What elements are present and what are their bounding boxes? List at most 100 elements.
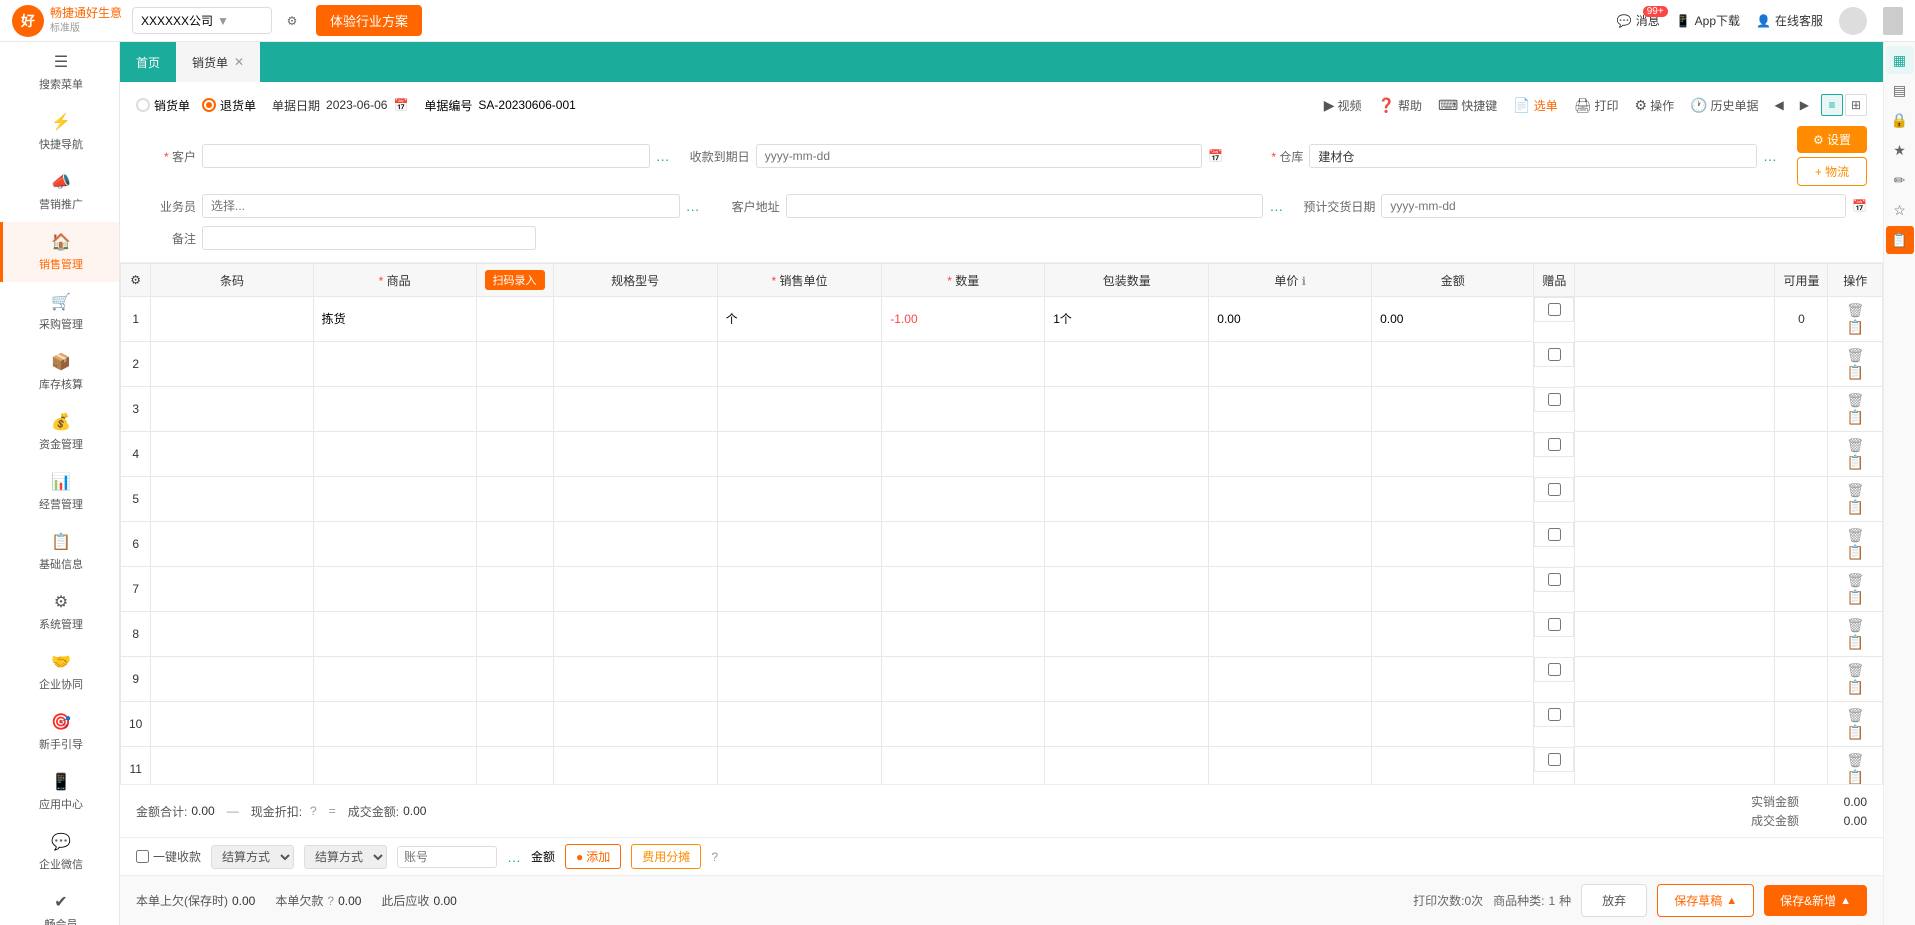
row-spec[interactable] [553,657,717,702]
row-amount[interactable] [1372,297,1534,342]
settings-button[interactable]: ⚙ 设置 [1797,126,1867,153]
row-unit[interactable] [717,432,882,477]
payment-due-input[interactable] [756,144,1203,168]
row-product[interactable] [313,342,476,387]
copy-row-button[interactable]: 📋 [1847,454,1864,471]
row-price[interactable] [1209,387,1372,432]
row-amount[interactable] [1372,477,1534,522]
row-qty[interactable] [882,657,1045,702]
row-qty[interactable] [882,747,1045,785]
row-gift[interactable] [1534,342,1574,367]
row-unit[interactable] [717,522,882,567]
row-qty[interactable] [882,702,1045,747]
row-price[interactable] [1209,477,1372,522]
row-product[interactable] [313,522,476,567]
row-product[interactable] [313,747,476,785]
customer-addr-input[interactable] [786,194,1264,218]
row-price[interactable] [1209,657,1372,702]
row-pkg-qty[interactable] [1045,702,1209,747]
select-order-button[interactable]: 📄 选单 [1509,95,1561,116]
delete-row-button[interactable]: 🗑 [1846,617,1864,634]
copy-row-button[interactable]: 📋 [1847,679,1864,696]
radio-sales-order[interactable]: 销货单 [136,97,190,114]
row-spec[interactable] [553,387,717,432]
remark-input[interactable] [202,226,536,250]
sidebar-item-base[interactable]: 📋 基础信息 [0,522,119,582]
warehouse-more-icon[interactable]: … [1763,148,1777,164]
salesperson-input[interactable] [202,194,680,218]
row-unit[interactable] [717,477,882,522]
delete-row-button[interactable]: 🗑 [1846,707,1864,724]
one-click-checkbox[interactable] [136,850,149,863]
row-amount[interactable] [1372,747,1534,785]
avatar[interactable] [1839,7,1867,35]
row-pkg-qty[interactable] [1045,477,1209,522]
row-unit[interactable] [717,567,882,612]
row-qty[interactable] [882,432,1045,477]
warehouse-input[interactable] [1309,144,1757,168]
row-spec[interactable] [553,567,717,612]
row-gift[interactable] [1534,702,1574,727]
row-amount[interactable] [1372,522,1534,567]
delete-row-button[interactable]: 🗑 [1846,347,1864,364]
row-amount[interactable] [1372,657,1534,702]
row-pkg-qty[interactable] [1045,297,1209,342]
help-button[interactable]: ❓ 帮助 [1374,95,1426,116]
row-qty[interactable] [882,567,1045,612]
addr-more-icon[interactable]: … [1269,198,1283,214]
grid-view-button[interactable]: ⊞ [1845,94,1867,116]
one-click-pay-checkbox[interactable]: 一键收款 [136,848,201,865]
sidebar-item-finance[interactable]: 💰 资金管理 [0,402,119,462]
row-qty[interactable] [882,297,1045,342]
copy-row-button[interactable]: 📋 [1847,319,1864,336]
row-gift[interactable] [1534,387,1574,412]
nav-next-button[interactable]: ▶ [1796,96,1813,114]
row-price[interactable] [1209,747,1372,785]
radio-return-order[interactable]: 退货单 [202,97,256,114]
row-gift[interactable] [1534,432,1574,457]
row-price[interactable] [1209,612,1372,657]
payment-due-calendar-icon[interactable]: 📅 [1208,149,1223,163]
estimated-date-calendar-icon[interactable]: 📅 [1852,199,1867,213]
row-price[interactable] [1209,702,1372,747]
row-gift[interactable] [1534,612,1574,637]
row-qty[interactable] [882,522,1045,567]
app-download-button[interactable]: 📱 App下载 [1676,12,1740,29]
row-price[interactable] [1209,522,1372,567]
row-pkg-qty[interactable] [1045,342,1209,387]
tab-close-icon[interactable]: ✕ [234,55,244,69]
calendar-icon[interactable]: 📅 [393,98,408,112]
sidebar-item-wechat[interactable]: 💬 企业微信 [0,822,119,882]
row-spec[interactable] [553,477,717,522]
row-spec[interactable] [553,522,717,567]
table-settings-icon[interactable]: ⚙ [130,273,141,287]
sidebar-item-guide[interactable]: 🎯 新手引导 [0,702,119,762]
right-panel-bookmark[interactable]: ☆ [1886,196,1914,224]
copy-row-button[interactable]: 📋 [1847,544,1864,561]
delete-row-button[interactable]: 🗑 [1846,437,1864,454]
row-barcode[interactable] [151,612,313,657]
save-draft-button[interactable]: 保存草稿 ▲ [1657,884,1754,917]
row-unit[interactable] [717,297,882,342]
row-gift[interactable] [1534,297,1574,322]
tab-sales-order[interactable]: 销货单 ✕ [176,42,260,82]
product-count[interactable]: 商品种类: 1 种 [1493,892,1571,909]
payment-method-select[interactable]: 结算方式 [211,845,294,869]
save-new-arrow-icon[interactable]: ▲ [1840,895,1851,907]
discard-button[interactable]: 放弃 [1581,884,1647,917]
delete-row-button[interactable]: 🗑 [1846,572,1864,589]
save-draft-arrow-icon[interactable]: ▲ [1726,895,1737,907]
row-barcode[interactable] [151,747,313,785]
copy-row-button[interactable]: 📋 [1847,589,1864,606]
row-barcode[interactable] [151,387,313,432]
history-button[interactable]: 🕐 历史单据 [1686,95,1762,116]
delete-row-button[interactable]: 🗑 [1846,482,1864,499]
sidebar-item-purchase[interactable]: 🛒 采购管理 [0,282,119,342]
row-product[interactable] [313,657,476,702]
row-product[interactable] [313,297,476,342]
row-pkg-qty[interactable] [1045,567,1209,612]
row-gift[interactable] [1534,657,1574,682]
row-unit[interactable] [717,612,882,657]
online-service-button[interactable]: 👤 在线客服 [1756,12,1823,29]
delete-row-button[interactable]: 🗑 [1846,662,1864,679]
